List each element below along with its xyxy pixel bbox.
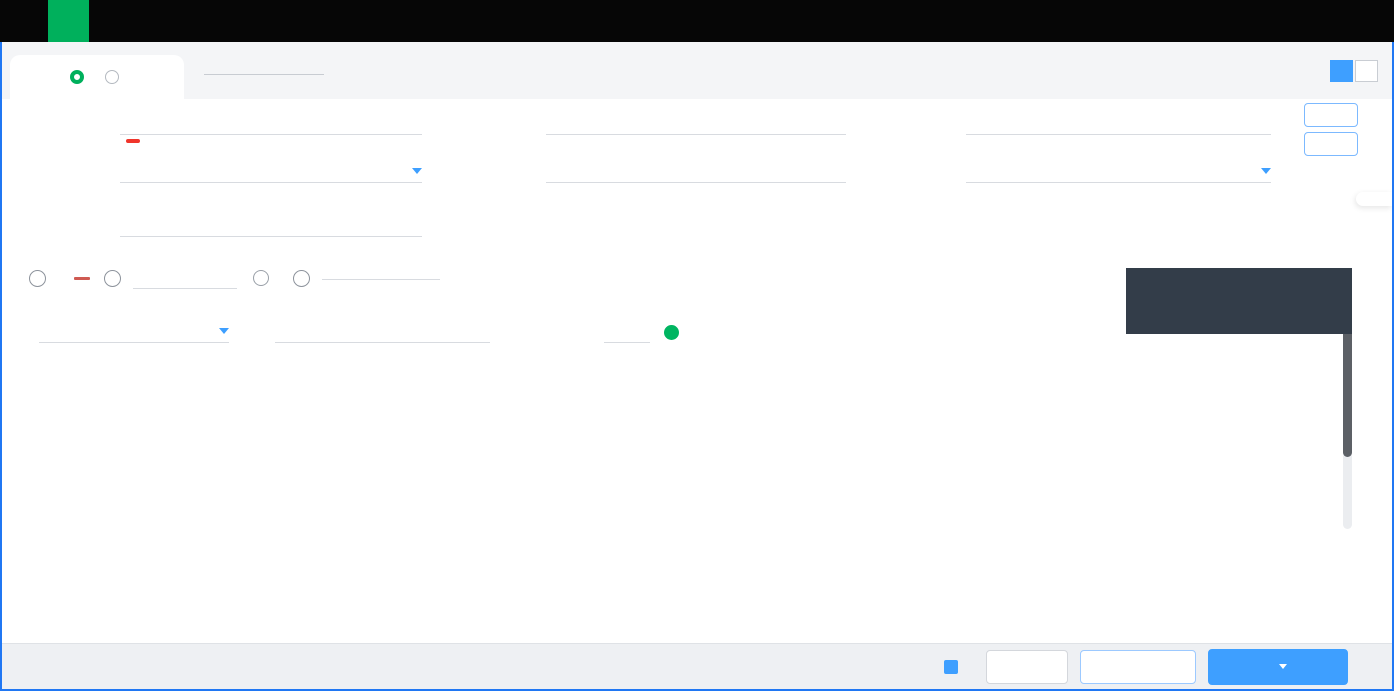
salesman-label	[862, 130, 952, 135]
document-toolbar	[2, 42, 1392, 99]
currency-icon	[104, 270, 121, 287]
help-icon[interactable]	[253, 270, 269, 286]
chevron-down-icon[interactable]	[412, 168, 422, 174]
deal-amount-value	[322, 276, 440, 280]
radio-selected-icon	[70, 70, 84, 84]
salesman-field-group	[862, 109, 1271, 135]
sales-order-radio[interactable]	[70, 70, 89, 84]
sales-order-page	[0, 42, 1394, 691]
due-date-input[interactable]	[546, 157, 846, 183]
account-input[interactable]	[275, 317, 490, 343]
salesman-input[interactable]	[966, 109, 1271, 135]
cancel-button[interactable]	[986, 650, 1068, 684]
bill-type-label	[862, 162, 952, 183]
return-order-radio[interactable]	[105, 70, 124, 84]
chevron-down-icon	[1279, 664, 1287, 669]
checkbox-checked-icon	[944, 660, 958, 674]
list-view-toggle[interactable]	[1330, 60, 1353, 82]
warehouse-field-group	[442, 109, 846, 135]
side-rail	[1356, 192, 1392, 206]
view-toggles	[1330, 60, 1378, 82]
customer-field-group	[20, 109, 422, 135]
address-select[interactable]	[120, 157, 422, 183]
address-label	[20, 178, 106, 183]
top-tab-bar	[0, 0, 1394, 42]
bill-type-field-group	[862, 157, 1271, 183]
chevron-down-icon[interactable]	[219, 328, 229, 334]
save-new-button[interactable]	[1208, 649, 1348, 685]
due-date-field-group	[442, 157, 846, 183]
minus-icon	[74, 277, 90, 280]
plus-circle-icon	[664, 325, 679, 340]
price-track-checkbox[interactable]	[944, 660, 964, 674]
customer-label	[20, 114, 106, 135]
currency-icon	[293, 270, 310, 287]
bill-type-select[interactable]	[966, 157, 1271, 183]
customer-input[interactable]	[120, 109, 422, 135]
home-tab[interactable]	[0, 0, 32, 42]
due-date-label	[442, 162, 532, 183]
card-view-toggle[interactable]	[1355, 60, 1378, 82]
doc-date-group	[194, 67, 324, 75]
settings-button[interactable]	[1304, 103, 1358, 127]
totals-panel	[1126, 268, 1352, 334]
remark-input[interactable]	[120, 211, 422, 237]
logistics-button[interactable]	[1304, 132, 1358, 156]
active-document-tab[interactable]	[48, 0, 89, 42]
order-header-form	[2, 99, 1392, 255]
pay-amount-input[interactable]	[604, 321, 650, 343]
warehouse-input[interactable]	[546, 109, 846, 135]
save-draft-button[interactable]	[1080, 650, 1196, 684]
order-type-switch	[10, 55, 184, 99]
add-payment-button[interactable]	[664, 325, 684, 340]
currency-icon	[29, 270, 46, 287]
remark-field-group	[20, 211, 422, 237]
totals-section	[2, 255, 1392, 343]
credit-period-tag	[126, 139, 140, 143]
address-field-group	[20, 157, 422, 183]
side-buttons	[1304, 103, 1358, 156]
order-discount-input[interactable]	[133, 267, 237, 289]
radio-unselected-icon	[105, 70, 119, 84]
settle-method-select[interactable]	[39, 317, 229, 343]
footer-bar	[2, 643, 1392, 689]
doc-date-input[interactable]	[204, 67, 324, 75]
remark-label	[20, 232, 106, 237]
warehouse-label	[442, 114, 532, 135]
chevron-down-icon[interactable]	[1261, 168, 1271, 174]
